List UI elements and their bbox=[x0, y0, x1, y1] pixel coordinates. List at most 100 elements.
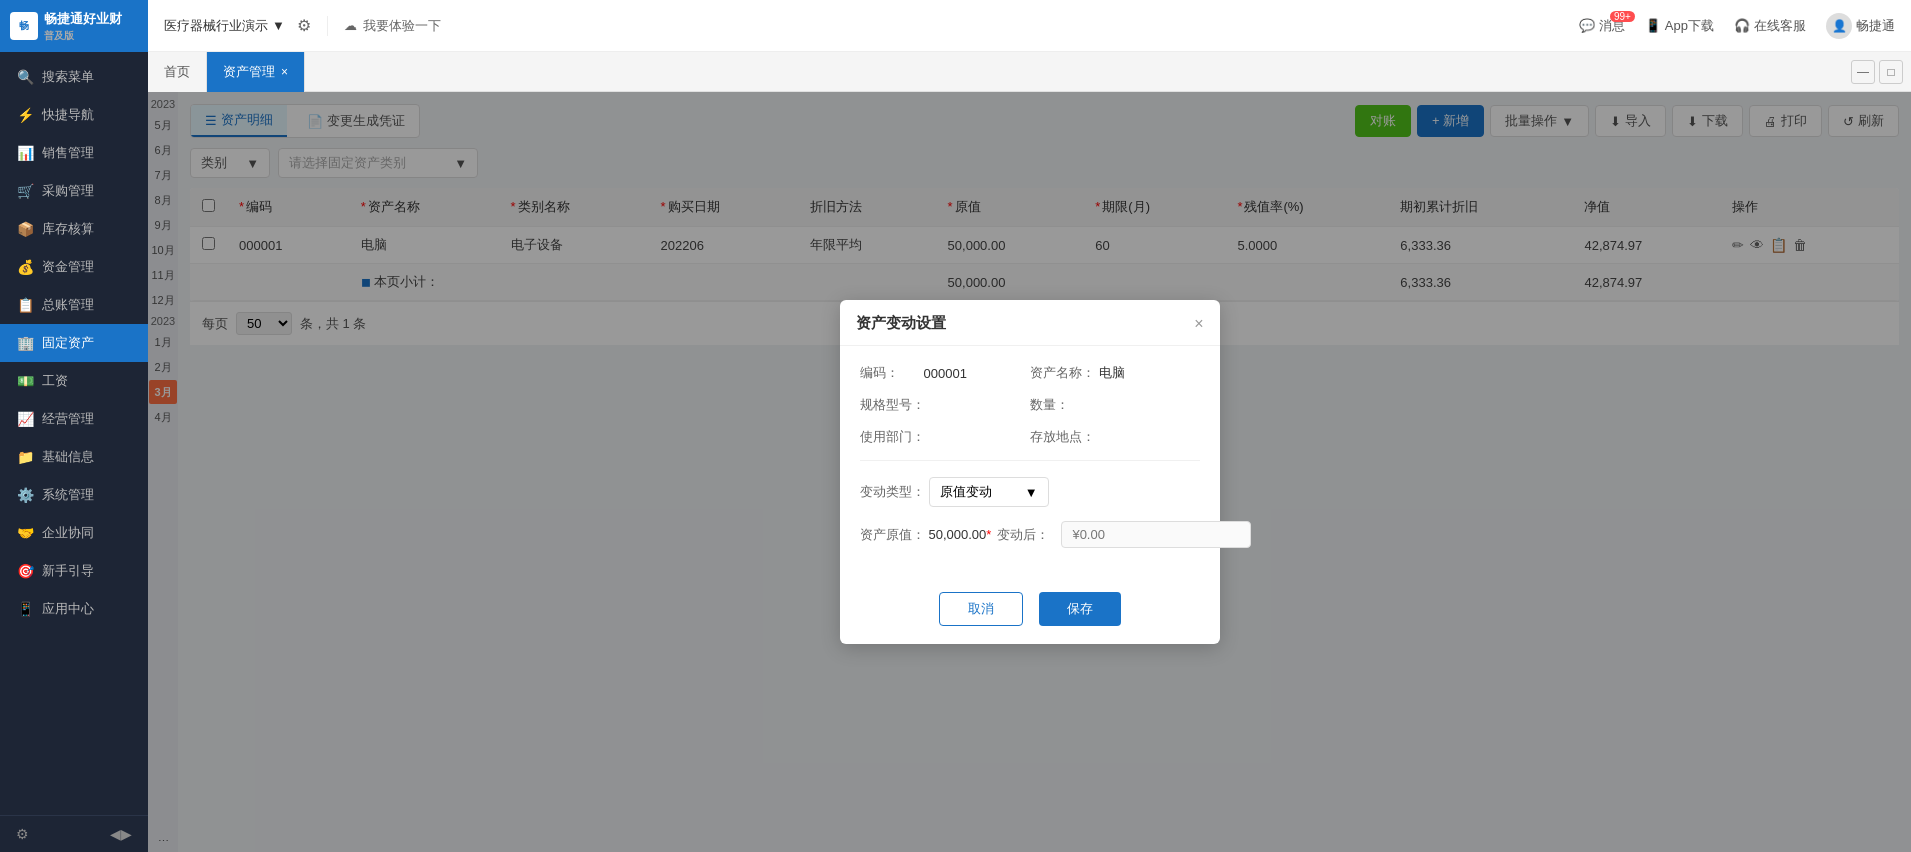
dialog-row-2: 规格型号： 数量： bbox=[860, 396, 1200, 414]
online-service-btn[interactable]: 🎧 在线客服 bbox=[1734, 17, 1806, 35]
after-value-input[interactable] bbox=[1061, 521, 1251, 548]
dialog-close-btn[interactable]: × bbox=[1194, 315, 1203, 333]
sidebar-item-assets[interactable]: 🏢 固定资产 bbox=[0, 324, 148, 362]
sidebar-item-label: 总账管理 bbox=[42, 296, 94, 314]
sidebar-item-label: 销售管理 bbox=[42, 144, 94, 162]
app-edition: 普及版 bbox=[44, 29, 122, 43]
sidebar-item-search[interactable]: 🔍 搜索菜单 bbox=[0, 58, 148, 96]
dialog-footer: 取消 保存 bbox=[840, 580, 1220, 644]
field-location: 存放地点： bbox=[1030, 428, 1200, 446]
avatar: 👤 bbox=[1826, 13, 1852, 39]
spec-label: 规格型号： bbox=[860, 396, 925, 414]
quicknav-icon: ⚡ bbox=[16, 106, 34, 124]
sidebar-item-label: 库存核算 bbox=[42, 220, 94, 238]
basic-icon: 📁 bbox=[16, 448, 34, 466]
sidebar-item-label: 新手引导 bbox=[42, 562, 94, 580]
tab-minimize-btn[interactable]: — bbox=[1851, 60, 1875, 84]
sidebar-item-inventory[interactable]: 📦 库存核算 bbox=[0, 210, 148, 248]
change-type-select[interactable]: 原值变动 ▼ bbox=[929, 477, 1049, 507]
save-btn[interactable]: 保存 bbox=[1039, 592, 1121, 626]
company-selector[interactable]: 医疗器械行业演示 ▼ bbox=[164, 17, 285, 35]
purchase-icon: 🛒 bbox=[16, 182, 34, 200]
content-area: 2023 5月 6月 7月 8月 9月 10月 11月 12月 2023 1月 … bbox=[148, 92, 1911, 852]
app-download-label: App下载 bbox=[1665, 17, 1714, 35]
funds-icon: 💰 bbox=[16, 258, 34, 276]
tab-close-icon[interactable]: × bbox=[281, 65, 288, 79]
sidebar-item-guide[interactable]: 🎯 新手引导 bbox=[0, 552, 148, 590]
download-icon: 📱 bbox=[1645, 18, 1661, 33]
cancel-btn[interactable]: 取消 bbox=[939, 592, 1023, 626]
dialog-title: 资产变动设置 bbox=[856, 314, 946, 333]
sidebar-item-quicknav[interactable]: ⚡ 快捷导航 bbox=[0, 96, 148, 134]
sidebar-item-ops[interactable]: 📈 经营管理 bbox=[0, 400, 148, 438]
department-label: 使用部门： bbox=[860, 428, 925, 446]
app-name: 畅捷通好业财 bbox=[44, 10, 122, 28]
dialog-row-values: 资产原值： 50,000.00 * 变动后： bbox=[860, 521, 1200, 548]
change-type-dropdown-icon: ▼ bbox=[1025, 485, 1038, 500]
tabs-actions: — □ bbox=[1851, 60, 1911, 84]
appstore-icon: 📱 bbox=[16, 600, 34, 618]
topbar-settings-icon[interactable]: ⚙ bbox=[297, 16, 311, 35]
message-badge: 99+ bbox=[1610, 11, 1635, 22]
sidebar-item-payroll[interactable]: 💵 工资 bbox=[0, 362, 148, 400]
sidebar-item-label: 工资 bbox=[42, 372, 68, 390]
location-label: 存放地点： bbox=[1030, 428, 1095, 446]
code-value: 000001 bbox=[924, 366, 967, 381]
experience-btn[interactable]: ☁ 我要体验一下 bbox=[344, 17, 441, 35]
sidebar-item-label: 基础信息 bbox=[42, 448, 94, 466]
sidebar-item-basic[interactable]: 📁 基础信息 bbox=[0, 438, 148, 476]
sidebar-item-label: 固定资产 bbox=[42, 334, 94, 352]
sidebar-item-label: 系统管理 bbox=[42, 486, 94, 504]
settings-icon[interactable]: ⚙ bbox=[16, 826, 29, 842]
dialog-row-changetype: 变动类型： 原值变动 ▼ bbox=[860, 477, 1200, 507]
sidebar: 畅 畅捷通好业财 普及版 🔍 搜索菜单 ⚡ 快捷导航 📊 销售管理 🛒 采购管理… bbox=[0, 0, 148, 852]
original-value-value: 50,000.00 bbox=[929, 527, 987, 542]
field-quantity: 数量： bbox=[1030, 396, 1200, 414]
sidebar-bottom: ⚙ ◀▶ bbox=[0, 815, 148, 852]
dialog-overlay: 资产变动设置 × 编码： 000001 资产名称： 电脑 bbox=[148, 92, 1911, 852]
app-download-btn[interactable]: 📱 App下载 bbox=[1645, 17, 1714, 35]
tab-maximize-btn[interactable]: □ bbox=[1879, 60, 1903, 84]
topbar: 医疗器械行业演示 ▼ ⚙ ☁ 我要体验一下 💬 消息 99+ 📱 App下载 🎧… bbox=[148, 0, 1911, 52]
dialog-row-1: 编码： 000001 资产名称： 电脑 bbox=[860, 364, 1200, 382]
user-menu[interactable]: 👤 畅捷通 bbox=[1826, 13, 1895, 39]
collab-icon: 🤝 bbox=[16, 524, 34, 542]
company-name: 医疗器械行业演示 bbox=[164, 17, 268, 35]
tab-home[interactable]: 首页 bbox=[148, 52, 207, 92]
dialog-row-3: 使用部门： 存放地点： bbox=[860, 428, 1200, 446]
sidebar-item-funds[interactable]: 💰 资金管理 bbox=[0, 248, 148, 286]
sidebar-item-ledger[interactable]: 📋 总账管理 bbox=[0, 286, 148, 324]
dialog-body: 编码： 000001 资产名称： 电脑 规格型号： bbox=[840, 346, 1220, 580]
assets-icon: 🏢 bbox=[16, 334, 34, 352]
payroll-icon: 💵 bbox=[16, 372, 34, 390]
tab-asset-management[interactable]: 资产管理 × bbox=[207, 52, 305, 92]
main-area: 医疗器械行业演示 ▼ ⚙ ☁ 我要体验一下 💬 消息 99+ 📱 App下载 🎧… bbox=[148, 0, 1911, 852]
tab-home-label: 首页 bbox=[164, 63, 190, 81]
sidebar-item-label: 搜索菜单 bbox=[42, 68, 94, 86]
field-after-value: * 变动后： bbox=[986, 521, 1251, 548]
asset-change-dialog: 资产变动设置 × 编码： 000001 资产名称： 电脑 bbox=[840, 300, 1220, 644]
message-icon: 💬 bbox=[1579, 18, 1595, 33]
experience-icon: ☁ bbox=[344, 18, 357, 33]
sidebar-item-purchase[interactable]: 🛒 采购管理 bbox=[0, 172, 148, 210]
ledger-icon: 📋 bbox=[16, 296, 34, 314]
guide-icon: 🎯 bbox=[16, 562, 34, 580]
message-btn[interactable]: 💬 消息 99+ bbox=[1579, 17, 1625, 35]
tabs-bar: 首页 资产管理 × — □ bbox=[148, 52, 1911, 92]
field-department: 使用部门： bbox=[860, 428, 1030, 446]
change-type-label: 变动类型： bbox=[860, 483, 925, 501]
experience-label: 我要体验一下 bbox=[363, 17, 441, 35]
online-service-label: 在线客服 bbox=[1754, 17, 1806, 35]
tab-asset-label: 资产管理 bbox=[223, 63, 275, 81]
field-change-type: 变动类型： 原值变动 ▼ bbox=[860, 477, 1200, 507]
sidebar-item-sales[interactable]: 📊 销售管理 bbox=[0, 134, 148, 172]
quantity-label: 数量： bbox=[1030, 396, 1090, 414]
field-spec: 规格型号： bbox=[860, 396, 1030, 414]
sidebar-item-system[interactable]: ⚙️ 系统管理 bbox=[0, 476, 148, 514]
collapse-icon[interactable]: ◀▶ bbox=[110, 826, 132, 842]
system-icon: ⚙️ bbox=[16, 486, 34, 504]
inventory-icon: 📦 bbox=[16, 220, 34, 238]
sidebar-item-appstore[interactable]: 📱 应用中心 bbox=[0, 590, 148, 628]
sidebar-item-label: 应用中心 bbox=[42, 600, 94, 618]
sidebar-item-collab[interactable]: 🤝 企业协同 bbox=[0, 514, 148, 552]
